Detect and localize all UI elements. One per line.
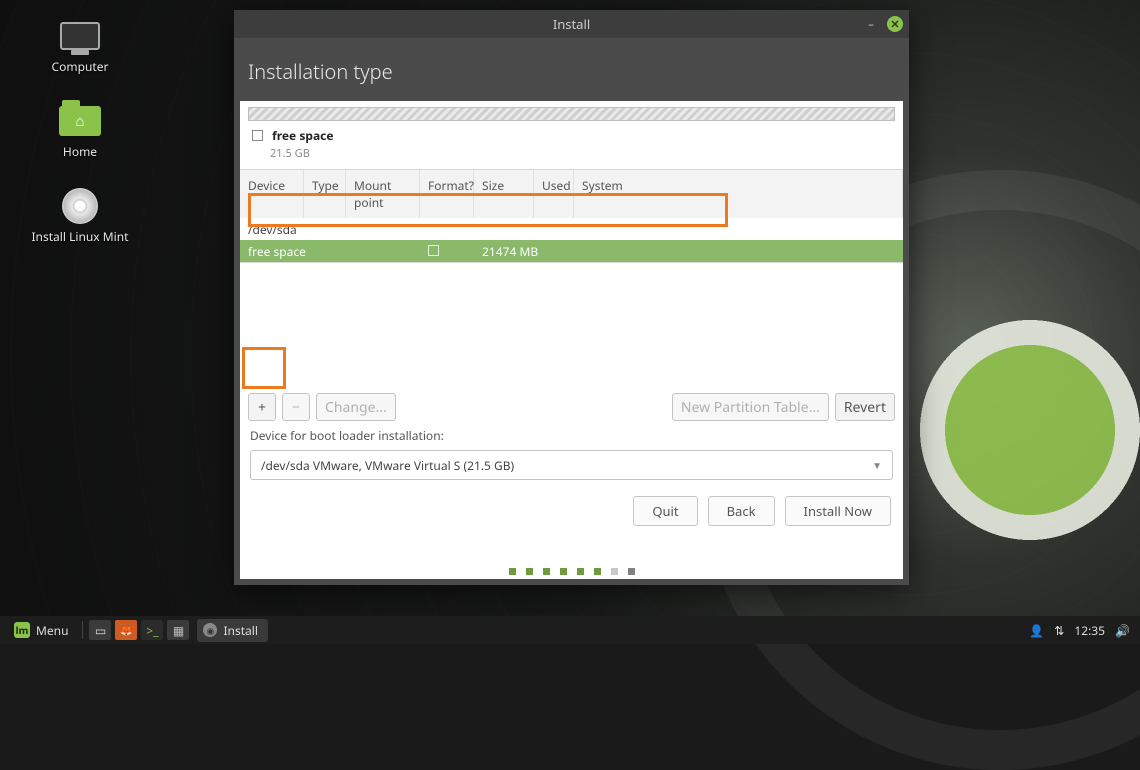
change-partition-button[interactable]: Change... xyxy=(316,393,396,421)
format-checkbox[interactable] xyxy=(428,245,439,256)
cell-size: 21474 MB xyxy=(474,243,546,260)
window-title: Install xyxy=(553,15,590,33)
volume-icon[interactable]: 🔊 xyxy=(1115,622,1130,639)
dot xyxy=(594,568,601,575)
col-system[interactable]: System xyxy=(574,170,903,218)
wizard-buttons: Quit Back Install Now xyxy=(240,496,903,540)
partition-table: Device Type Mount point Format? Size Use… xyxy=(240,169,903,263)
col-used[interactable]: Used xyxy=(534,170,574,218)
dot-current xyxy=(611,568,618,575)
user-icon[interactable]: 👤 xyxy=(1029,622,1044,639)
menu-label: Menu xyxy=(36,622,68,639)
desktop-icon-home[interactable]: Home xyxy=(24,103,136,160)
col-type[interactable]: Type xyxy=(304,170,346,218)
install-window: Install – ✕ Installation type free space… xyxy=(234,10,909,585)
system-tray: 👤 ⇅ 12:35 🔊 xyxy=(1029,622,1134,639)
network-icon[interactable]: ⇅ xyxy=(1054,622,1064,639)
col-format[interactable]: Format? xyxy=(420,170,474,218)
desktop-icon-label: Home xyxy=(63,143,97,160)
menu-button[interactable]: lm Menu xyxy=(6,619,76,642)
content-panel: free space 21.5 GB Device Type Mount poi… xyxy=(240,101,903,579)
desktop-icon-label: Install Linux Mint xyxy=(31,228,128,245)
taskbar-item-install[interactable]: ◉ Install xyxy=(197,619,268,642)
table-row-disk[interactable]: /dev/sda xyxy=(240,218,903,240)
chevron-down-icon: ▼ xyxy=(872,458,882,472)
install-button[interactable]: Install Now xyxy=(785,496,891,526)
disc-icon: ◉ xyxy=(203,623,217,637)
monitor-icon xyxy=(58,18,102,54)
titlebar[interactable]: Install – ✕ xyxy=(234,10,909,38)
table-empty-area xyxy=(240,263,903,383)
new-partition-table-button[interactable]: New Partition Table... xyxy=(672,393,829,421)
taskbar-item-label: Install xyxy=(223,622,258,639)
desktop-icons: Computer Home Install Linux Mint xyxy=(24,18,136,245)
table-row-free-space[interactable]: free space 21474 MB xyxy=(240,240,903,262)
table-body: /dev/sda free space 21474 MB xyxy=(240,218,903,262)
desktop-icon-computer[interactable]: Computer xyxy=(24,18,136,75)
boot-loader-label: Device for boot loader installation: xyxy=(240,427,903,450)
disc-icon xyxy=(58,188,102,224)
taskbar: lm Menu ▭ 🦊 >_ ▦ ◉ Install 👤 ⇅ 12:35 🔊 xyxy=(0,616,1140,644)
legend-label: free space xyxy=(272,127,333,144)
page-heading: Installation type xyxy=(234,38,909,101)
desktop-icon-label: Computer xyxy=(52,58,109,75)
partition-toolbar: + − Change... New Partition Table... Rev… xyxy=(240,383,903,427)
minimize-button[interactable]: – xyxy=(863,16,879,32)
boot-loader-select[interactable]: /dev/sda VMware, VMware Virtual S (21.5 … xyxy=(250,450,893,480)
files-launcher[interactable]: ▦ xyxy=(167,620,189,640)
add-partition-button[interactable]: + xyxy=(248,393,276,421)
col-device[interactable]: Device xyxy=(240,170,304,218)
revert-button[interactable]: Revert xyxy=(835,393,895,421)
disk-usage-bar xyxy=(248,107,895,121)
dot xyxy=(577,568,584,575)
dot xyxy=(543,568,550,575)
boot-loader-value: /dev/sda VMware, VMware Virtual S (21.5 … xyxy=(261,457,514,474)
remove-partition-button[interactable]: − xyxy=(282,393,310,421)
dot xyxy=(560,568,567,575)
firefox-launcher[interactable]: 🦊 xyxy=(115,620,137,640)
wizard-progress-dots xyxy=(234,568,909,575)
quit-button[interactable]: Quit xyxy=(633,496,697,526)
cell-device: /dev/sda xyxy=(240,221,305,238)
clock[interactable]: 12:35 xyxy=(1074,622,1105,639)
dot xyxy=(509,568,516,575)
cell-device: free space xyxy=(240,243,346,260)
back-button[interactable]: Back xyxy=(708,496,775,526)
desktop-icon-install-mint[interactable]: Install Linux Mint xyxy=(24,188,136,245)
close-button[interactable]: ✕ xyxy=(887,16,903,32)
cell-format xyxy=(420,243,474,260)
taskbar-separator xyxy=(82,621,83,639)
dot xyxy=(526,568,533,575)
quick-launch: ▭ 🦊 >_ ▦ xyxy=(89,620,189,640)
col-size[interactable]: Size xyxy=(474,170,534,218)
dot xyxy=(628,568,635,575)
folder-icon xyxy=(58,103,102,139)
window-controls: – ✕ xyxy=(863,16,903,32)
terminal-launcher[interactable]: >_ xyxy=(141,620,163,640)
disk-legend: free space 21.5 GB xyxy=(240,125,903,169)
mint-logo-icon: lm xyxy=(14,622,30,638)
legend-swatch xyxy=(252,130,263,141)
legend-sub: 21.5 GB xyxy=(270,146,310,161)
col-mount-point[interactable]: Mount point xyxy=(346,170,420,218)
table-header: Device Type Mount point Format? Size Use… xyxy=(240,170,903,218)
show-desktop-button[interactable]: ▭ xyxy=(89,620,111,640)
